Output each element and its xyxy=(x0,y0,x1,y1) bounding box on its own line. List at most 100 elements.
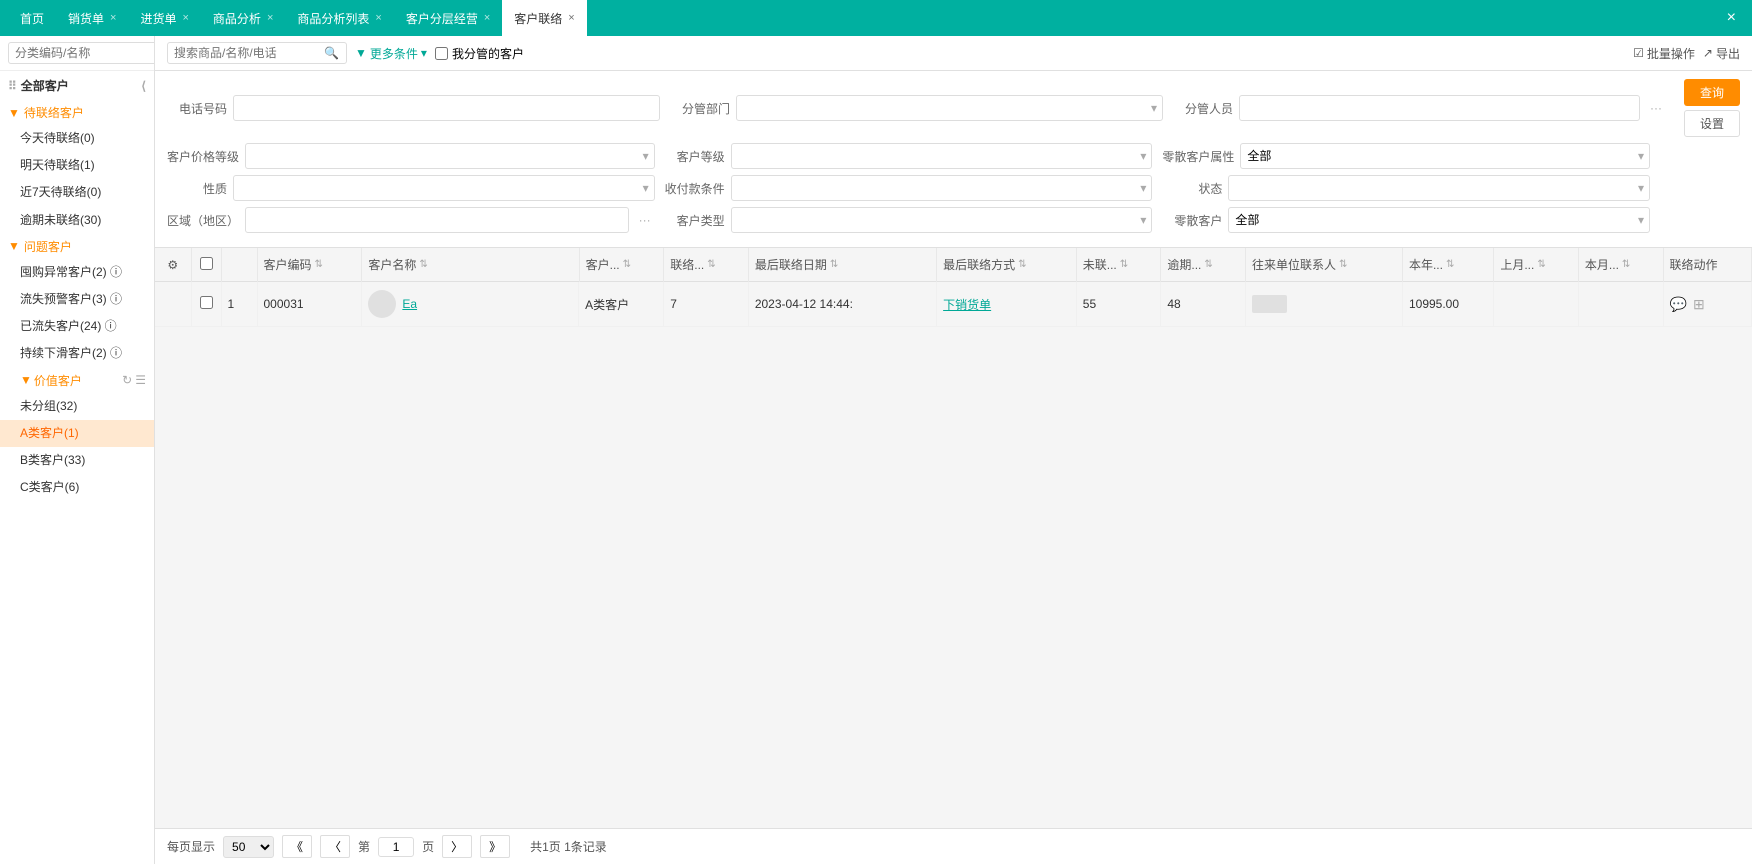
sidebar-item-churned[interactable]: 已流失客户(24) ⓘ xyxy=(0,313,154,340)
page-size-select[interactable]: 10 20 50 100 xyxy=(223,836,274,858)
row-this-year-cell: 10995.00 xyxy=(1402,282,1493,327)
nav-purchase-order[interactable]: 进货单 × xyxy=(128,0,200,36)
export-btn[interactable]: ↗ 导出 xyxy=(1703,45,1740,62)
nature-select[interactable] xyxy=(233,175,655,201)
sort-uncontacted-icon[interactable]: ⇅ xyxy=(1120,259,1128,270)
close-customer-contact-icon[interactable]: × xyxy=(568,12,574,24)
retail-select[interactable]: 全部 xyxy=(1228,207,1650,233)
sidebar-item-overdue-contact[interactable]: 逾期未联络(30) xyxy=(0,207,154,234)
close-customer-segment-icon[interactable]: × xyxy=(484,12,490,24)
filter-bar: 🔍 ▼ 更多条件 ▾ 我分管的客户 ☑ 批量操作 ↗ 导出 xyxy=(155,36,1752,71)
sort-lmonth-icon[interactable]: ⇅ xyxy=(1537,259,1545,270)
sidebar-item-ungrouped[interactable]: 未分组(32) xyxy=(0,393,154,420)
row-checkbox[interactable] xyxy=(200,296,213,309)
filter-cell-customer-level: 客户等级 xyxy=(665,143,1163,169)
sidebar-group-pending[interactable]: ▼ 待联络客户 xyxy=(0,100,154,125)
total-pages-label: 页 xyxy=(422,838,434,855)
close-purchase-order-icon[interactable]: × xyxy=(182,12,188,24)
more-filters-btn[interactable]: ▼ 更多条件 ▾ xyxy=(355,45,427,62)
sort-unit-icon[interactable]: ⇅ xyxy=(1339,259,1347,270)
filter-cell-status: 状态 xyxy=(1162,175,1660,201)
sidebar-search-input[interactable] xyxy=(8,42,155,64)
sort-tmonth-icon[interactable]: ⇅ xyxy=(1622,259,1630,270)
col-settings[interactable]: ⚙ xyxy=(155,248,191,282)
col-last-month: 上月... ⇅ xyxy=(1494,248,1579,282)
query-btn[interactable]: 查询 xyxy=(1684,79,1740,106)
customer-type-select[interactable] xyxy=(731,207,1153,233)
my-customers-checkbox[interactable] xyxy=(435,47,448,60)
sort-date-icon[interactable]: ⇅ xyxy=(830,259,838,270)
sort-contact-icon[interactable]: ⇅ xyxy=(707,259,715,270)
select-all-checkbox[interactable] xyxy=(200,257,213,270)
advanced-filter: 电话号码 分管部门 分管人员 ··· 查询 xyxy=(155,71,1752,248)
close-all-btn[interactable]: × xyxy=(1719,9,1744,27)
customer-table: ⚙ 客户编码 ⇅ 客户名称 xyxy=(155,248,1752,327)
sidebar-item-declining[interactable]: 持续下滑客户(2) ⓘ xyxy=(0,340,154,367)
sort-year-icon[interactable]: ⇅ xyxy=(1446,259,1454,270)
export-icon: ↗ xyxy=(1703,46,1713,60)
sidebar-item-7days-contact[interactable]: 近7天待联络(0) xyxy=(0,179,154,206)
row-last-month-cell xyxy=(1494,282,1579,327)
filter-cell-retail: 零散客户 全部 xyxy=(1162,207,1660,233)
sidebar-item-hoarding[interactable]: 囤购异常客户(2) ⓘ xyxy=(0,259,154,286)
my-customers-checkbox-label[interactable]: 我分管的客户 xyxy=(435,45,524,62)
sidebar-item-today-contact[interactable]: 今天待联络(0) xyxy=(0,125,154,152)
main-search-input[interactable] xyxy=(174,46,324,60)
collapse-icon[interactable]: ⟨ xyxy=(141,79,146,93)
sidebar-item-churn-warning[interactable]: 流失预警客户(3) ⓘ xyxy=(0,286,154,313)
payment-label: 收付款条件 xyxy=(665,180,725,197)
row-seq-cell: 1 xyxy=(221,282,257,327)
price-level-select[interactable] xyxy=(245,143,655,169)
grid-icon: ⠿ xyxy=(8,79,17,93)
customer-level-select[interactable] xyxy=(731,143,1153,169)
page-num-input[interactable] xyxy=(378,837,414,857)
last-page-btn[interactable]: 》 xyxy=(480,835,510,858)
pagination-bar: 每页显示 10 20 50 100 《 〈 第 页 〉 》 共1页 1条记录 xyxy=(155,828,1752,864)
sort-code-icon[interactable]: ⇅ xyxy=(315,259,323,270)
nav-customer-segment[interactable]: 客户分层经营 × xyxy=(394,0,502,36)
sidebar-group-value[interactable]: ▼ 价值客户 ↻ ☰ xyxy=(0,368,154,393)
sidebar-item-tomorrow-contact[interactable]: 明天待联络(1) xyxy=(0,152,154,179)
close-product-analysis-icon[interactable]: × xyxy=(267,12,273,24)
manager-dots-icon[interactable]: ··· xyxy=(1646,101,1666,115)
sidebar-all-customers[interactable]: ⠿ 全部客户 ⟨ xyxy=(0,71,154,100)
batch-ops-btn[interactable]: ☑ 批量操作 xyxy=(1633,45,1695,62)
sidebar-item-a-class[interactable]: A类客户(1) xyxy=(0,420,154,447)
sidebar-group-problem[interactable]: ▼ 问题客户 xyxy=(0,234,154,259)
settings-btn[interactable]: 设置 xyxy=(1684,110,1740,137)
nav-sales-order[interactable]: 销货单 × xyxy=(56,0,128,36)
close-sales-order-icon[interactable]: × xyxy=(110,12,116,24)
sidebar-item-b-class[interactable]: B类客户(33) xyxy=(0,447,154,474)
manager-input[interactable] xyxy=(1239,95,1640,121)
nav-product-analysis[interactable]: 商品分析 × xyxy=(201,0,285,36)
phone-input[interactable] xyxy=(233,95,660,121)
sort-overdue-icon[interactable]: ⇅ xyxy=(1204,259,1212,270)
nav-home[interactable]: 首页 xyxy=(8,0,56,36)
close-product-list-icon[interactable]: × xyxy=(375,12,381,24)
retail-attr-select[interactable]: 全部 xyxy=(1240,143,1650,169)
col-last-date: 最后联络日期 ⇅ xyxy=(748,248,936,282)
status-select[interactable] xyxy=(1228,175,1650,201)
payment-select[interactable] xyxy=(731,175,1153,201)
refresh-icon[interactable]: ↻ xyxy=(122,373,132,387)
next-page-btn[interactable]: 〉 xyxy=(442,835,472,858)
first-page-btn[interactable]: 《 xyxy=(282,835,312,858)
col-uncontacted: 未联... ⇅ xyxy=(1076,248,1161,282)
content-area: 🔍 ▼ 更多条件 ▾ 我分管的客户 ☑ 批量操作 ↗ 导出 xyxy=(155,36,1752,864)
page-label: 第 xyxy=(358,838,370,855)
nav-customer-contact[interactable]: 客户联络 × xyxy=(502,0,586,36)
main-search-icon[interactable]: 🔍 xyxy=(324,46,339,60)
sort-type-icon[interactable]: ⇅ xyxy=(623,259,631,270)
sort-method-icon[interactable]: ⇅ xyxy=(1018,259,1026,270)
settings-icon[interactable]: ☰ xyxy=(135,373,146,387)
chat-icon[interactable]: 💬 xyxy=(1670,296,1687,313)
region-input[interactable] xyxy=(245,207,629,233)
prev-page-btn[interactable]: 〈 xyxy=(320,835,350,858)
qr-icon[interactable]: ⊞ xyxy=(1693,296,1705,313)
nav-product-analysis-list[interactable]: 商品分析列表 × xyxy=(285,0,393,36)
sort-name-icon[interactable]: ⇅ xyxy=(419,259,427,270)
sidebar-item-c-class[interactable]: C类客户(6) xyxy=(0,474,154,501)
region-dots-icon[interactable]: ··· xyxy=(635,213,655,227)
dept-select[interactable] xyxy=(736,95,1163,121)
row-this-month-cell xyxy=(1578,282,1663,327)
